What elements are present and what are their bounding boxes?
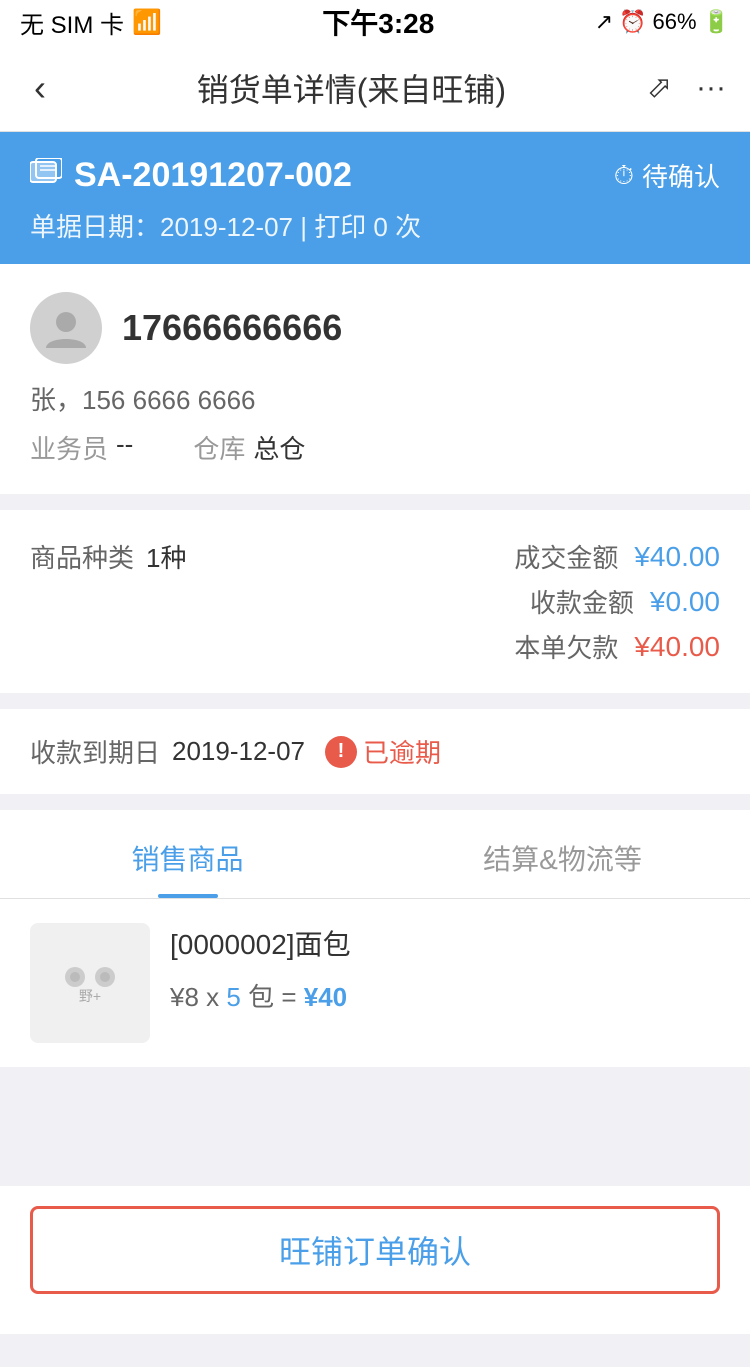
customer-name-phone: 张，156 6666 6666 (30, 380, 720, 417)
page-title: 销货单详情(来自旺铺) (56, 65, 647, 111)
nav-bar: ‹ 销货单详情(来自旺铺) ⬀ ··· (0, 44, 750, 132)
customer-phone: 17666666666 (122, 307, 342, 349)
overdue-icon: ! (325, 736, 357, 768)
product-total: ¥40 (304, 982, 347, 1012)
tabs-header: 销售商品 结算&物流等 (0, 810, 750, 899)
status-text: 待确认 (642, 157, 720, 194)
customer-meta: 业务员 -- 仓库 总仓 (30, 429, 720, 466)
product-name: [0000002]面包 (170, 923, 720, 963)
sales-rep-value: -- (116, 429, 133, 466)
customer-section: 17666666666 张，156 6666 6666 业务员 -- 仓库 总仓 (0, 264, 750, 494)
status-right: ↗ ⏰ 66% 🔋 (595, 9, 730, 35)
svg-text:野+: 野+ (79, 988, 101, 1004)
status-time: 下午3:28 (322, 2, 434, 42)
amount-owed-label: 本单欠款 (514, 628, 618, 665)
avatar (30, 292, 102, 364)
product-thumbnail: 野+ (30, 923, 150, 1043)
due-section: 收款到期日 2019-12-07 ! 已逾期 (0, 709, 750, 794)
warehouse-value: 总仓 (253, 429, 305, 466)
sales-rep-label: 业务员 (30, 429, 108, 466)
location-icon: ↗ (595, 9, 613, 35)
due-date-label: 收款到期日 (30, 733, 160, 770)
due-date-value: 2019-12-07 (172, 736, 305, 767)
amount-owed-value: ¥40.00 (634, 631, 720, 663)
product-info: [0000002]面包 ¥8 x 5 包 = ¥40 (170, 923, 720, 1014)
amount-deal-label: 成交金额 (514, 538, 618, 575)
order-status: ⏱ 待确认 (614, 157, 720, 194)
warehouse-label: 仓库 (193, 429, 245, 466)
product-item: 野+ [0000002]面包 ¥8 x 5 包 = ¥40 (0, 899, 750, 1067)
product-qty: 5 (226, 982, 240, 1012)
bottom-bar: 旺铺订单确认 (0, 1186, 750, 1334)
amount-deal: 成交金额 ¥40.00 (514, 538, 720, 575)
product-multiply: x (206, 982, 226, 1012)
wifi-icon: 📶 (132, 8, 162, 37)
product-thumb-logo: 野+ (50, 949, 130, 1017)
amount-received-label: 收款金额 (530, 583, 634, 620)
back-button[interactable]: ‹ (24, 57, 56, 119)
tabs-section: 销售商品 结算&物流等 野+ [0000002]面包 ¥8 x (0, 810, 750, 1067)
carrier-text: 无 SIM 卡 (20, 5, 124, 40)
order-header-banner: SA-20191207-002 ⏱ 待确认 单据日期：2019-12-07 | … (0, 132, 750, 264)
product-price-row: ¥8 x 5 包 = ¥40 (170, 977, 720, 1014)
order-date: 单据日期：2019-12-07 | 打印 0 次 (30, 207, 720, 244)
battery-icon: 🔋 (703, 9, 730, 35)
more-button[interactable]: ··· (696, 71, 726, 105)
product-title: 面包 (295, 929, 351, 960)
amount-owed: 本单欠款 ¥40.00 (514, 628, 720, 665)
product-unit-price: ¥8 (170, 982, 199, 1012)
category-label: 商品种类 (30, 538, 134, 575)
battery-text: 66% (653, 9, 697, 35)
amount-received-value: ¥0.00 (650, 586, 720, 618)
status-clock-icon: ⏱ (614, 160, 634, 192)
overdue-badge: ! 已逾期 (325, 733, 441, 770)
product-code: [0000002] (170, 929, 295, 960)
summary-left: 商品种类 1种 (30, 538, 186, 575)
tab-products[interactable]: 销售商品 (0, 810, 375, 898)
order-id-text: SA-20191207-002 (74, 156, 352, 195)
alarm-icon: ⏰ (619, 9, 646, 35)
tab-settlement[interactable]: 结算&物流等 (375, 810, 750, 898)
summary-right: 成交金额 ¥40.00 收款金额 ¥0.00 本单欠款 ¥40.00 (514, 538, 720, 665)
share-button[interactable]: ⬀ (647, 70, 672, 105)
confirm-order-button[interactable]: 旺铺订单确认 (30, 1206, 720, 1294)
product-equals: = (281, 982, 303, 1012)
order-icon (30, 156, 62, 195)
amount-deal-value: ¥40.00 (634, 541, 720, 573)
amount-received: 收款金额 ¥0.00 (530, 583, 720, 620)
sales-rep: 业务员 -- (30, 429, 133, 466)
category-value: 1种 (146, 538, 186, 575)
status-left: 无 SIM 卡 📶 (20, 5, 162, 40)
nav-actions: ⬀ ··· (647, 70, 726, 105)
overdue-text: 已逾期 (363, 733, 441, 770)
summary-section: 商品种类 1种 成交金额 ¥40.00 收款金额 ¥0.00 本单欠款 ¥40.… (0, 510, 750, 693)
order-id: SA-20191207-002 (30, 156, 352, 195)
status-bar: 无 SIM 卡 📶 下午3:28 ↗ ⏰ 66% 🔋 (0, 0, 750, 44)
product-unit: 包 (248, 982, 274, 1012)
warehouse: 仓库 总仓 (193, 429, 305, 466)
